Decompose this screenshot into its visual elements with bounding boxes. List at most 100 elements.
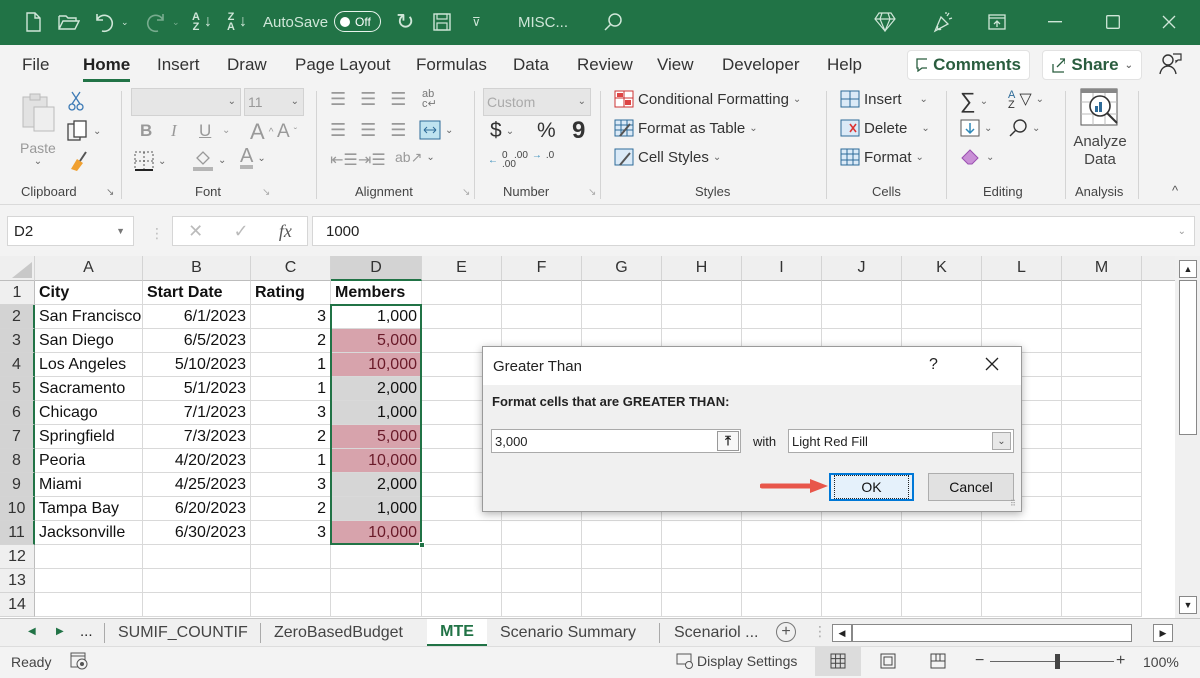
decrease-indent-icon[interactable]: ⇤☰	[330, 150, 358, 170]
cell-i11[interactable]	[742, 521, 822, 545]
column-header-f[interactable]: F	[502, 256, 582, 281]
cell-e12[interactable]	[422, 545, 502, 569]
dialog-launcher-icon[interactable]: ↘	[462, 187, 470, 198]
collapse-dialog-icon[interactable]: ⤒	[717, 431, 739, 451]
fill-handle[interactable]	[419, 542, 425, 548]
cell-k13[interactable]	[902, 569, 982, 593]
cell-g1[interactable]	[582, 281, 662, 305]
redo-icon[interactable]	[144, 10, 166, 34]
cell-d4[interactable]: 10,000	[331, 353, 422, 377]
column-header-a[interactable]: A	[35, 256, 143, 281]
tab-file[interactable]: File	[22, 55, 49, 75]
diamond-icon[interactable]	[874, 10, 896, 34]
underline-button[interactable]: U	[199, 121, 211, 141]
cell-a8[interactable]: Peoria	[35, 449, 143, 473]
cell-a4[interactable]: Los Angeles	[35, 353, 143, 377]
cell-g11[interactable]	[582, 521, 662, 545]
cell-d3[interactable]: 5,000	[331, 329, 422, 353]
cell-a9[interactable]: Miami	[35, 473, 143, 497]
cell-m13[interactable]	[1062, 569, 1142, 593]
cell-f13[interactable]	[502, 569, 582, 593]
cell-b7[interactable]: 7/3/2023	[143, 425, 251, 449]
zoom-level[interactable]: 100%	[1143, 654, 1179, 670]
cell-i12[interactable]	[742, 545, 822, 569]
fill-color-icon[interactable]: ⌄	[192, 149, 226, 171]
row-header-10[interactable]: 10	[0, 497, 35, 521]
cell-c5[interactable]: 1	[251, 377, 331, 401]
delete-cells-button[interactable]: Delete ⌄	[840, 119, 930, 137]
cell-k14[interactable]	[902, 593, 982, 617]
dialog-launcher-icon[interactable]: ↘	[106, 187, 114, 198]
confirm-entry-icon[interactable]: ✓	[233, 221, 248, 242]
italic-button[interactable]: I	[171, 121, 177, 141]
ok-button[interactable]: OK	[829, 473, 914, 501]
cell-g14[interactable]	[582, 593, 662, 617]
display-settings-button[interactable]: Display Settings	[676, 653, 797, 669]
cell-a10[interactable]: Tampa Bay	[35, 497, 143, 521]
insert-function-icon[interactable]: fx	[279, 221, 292, 242]
font-size-select[interactable]: 11 ⌄	[244, 88, 304, 116]
cell-d13[interactable]	[331, 569, 422, 593]
cell-m9[interactable]	[1062, 473, 1142, 497]
cell-c3[interactable]: 2	[251, 329, 331, 353]
scroll-up-button[interactable]: ▲	[1179, 260, 1197, 278]
cell-k2[interactable]	[902, 305, 982, 329]
cell-l11[interactable]	[982, 521, 1062, 545]
cancel-entry-icon[interactable]: ✕	[188, 221, 203, 242]
refresh-icon[interactable]: ↻	[396, 9, 414, 34]
cell-m2[interactable]	[1062, 305, 1142, 329]
save-icon[interactable]	[433, 10, 451, 34]
cell-m5[interactable]	[1062, 377, 1142, 401]
cell-l14[interactable]	[982, 593, 1062, 617]
cell-styles-button[interactable]: Cell Styles ⌄	[614, 148, 721, 166]
more-sheets-button[interactable]: ...	[80, 623, 93, 640]
cell-d11[interactable]: 10,000	[331, 521, 422, 545]
cell-c14[interactable]	[251, 593, 331, 617]
next-sheet-icon[interactable]: ▶	[56, 626, 64, 637]
new-file-icon[interactable]	[25, 10, 41, 34]
row-header-11[interactable]: 11	[0, 521, 35, 545]
row-header-12[interactable]: 12	[0, 545, 35, 569]
clear-button[interactable]: ⌄	[960, 148, 994, 166]
dialog-title-bar[interactable]: Greater Than ?	[483, 347, 1021, 385]
number-format-select[interactable]: Custom ⌄	[483, 88, 591, 116]
cell-c1[interactable]: Rating	[251, 281, 331, 305]
cell-l2[interactable]	[982, 305, 1062, 329]
cell-b10[interactable]: 6/20/2023	[143, 497, 251, 521]
row-header-13[interactable]: 13	[0, 569, 35, 593]
format-painter-icon[interactable]	[68, 149, 88, 171]
row-header-7[interactable]: 7	[0, 425, 35, 449]
cell-c2[interactable]: 3	[251, 305, 331, 329]
ribbon-display-icon[interactable]	[988, 10, 1006, 34]
increase-decimal-icon[interactable]: ← 0.00	[488, 151, 516, 170]
cut-icon[interactable]	[68, 91, 84, 111]
tab-page-layout[interactable]: Page Layout	[295, 55, 390, 75]
vertical-align-icons[interactable]: ☰☰☰	[330, 89, 420, 110]
cell-e11[interactable]	[422, 521, 502, 545]
cell-l12[interactable]	[982, 545, 1062, 569]
cell-c10[interactable]: 2	[251, 497, 331, 521]
cell-c6[interactable]: 3	[251, 401, 331, 425]
cell-a1[interactable]: City	[35, 281, 143, 305]
cell-d5[interactable]: 2,000	[331, 377, 422, 401]
cell-d1[interactable]: Members	[331, 281, 422, 305]
autosave-toggle[interactable]: Off	[334, 11, 381, 32]
search-icon[interactable]	[603, 10, 623, 34]
format-cells-button[interactable]: Format ⌄	[840, 148, 924, 166]
tab-splitter-grip[interactable]: ⋮	[813, 623, 827, 640]
threshold-input[interactable]: 3,000 ⤒	[491, 429, 741, 453]
cell-g2[interactable]	[582, 305, 662, 329]
cell-a14[interactable]	[35, 593, 143, 617]
cell-b13[interactable]	[143, 569, 251, 593]
tab-insert[interactable]: Insert	[157, 55, 200, 75]
cell-m14[interactable]	[1062, 593, 1142, 617]
sort-z-a-icon[interactable]: ZA	[227, 10, 235, 34]
megaphone-icon[interactable]	[932, 10, 954, 34]
cell-g13[interactable]	[582, 569, 662, 593]
dialog-launcher-icon[interactable]: ↘	[262, 187, 270, 198]
open-folder-icon[interactable]	[58, 10, 80, 34]
close-icon[interactable]	[1162, 10, 1176, 34]
cell-d8[interactable]: 10,000	[331, 449, 422, 473]
increase-indent-icon[interactable]: ⇥☰	[358, 150, 386, 170]
row-header-6[interactable]: 6	[0, 401, 35, 425]
